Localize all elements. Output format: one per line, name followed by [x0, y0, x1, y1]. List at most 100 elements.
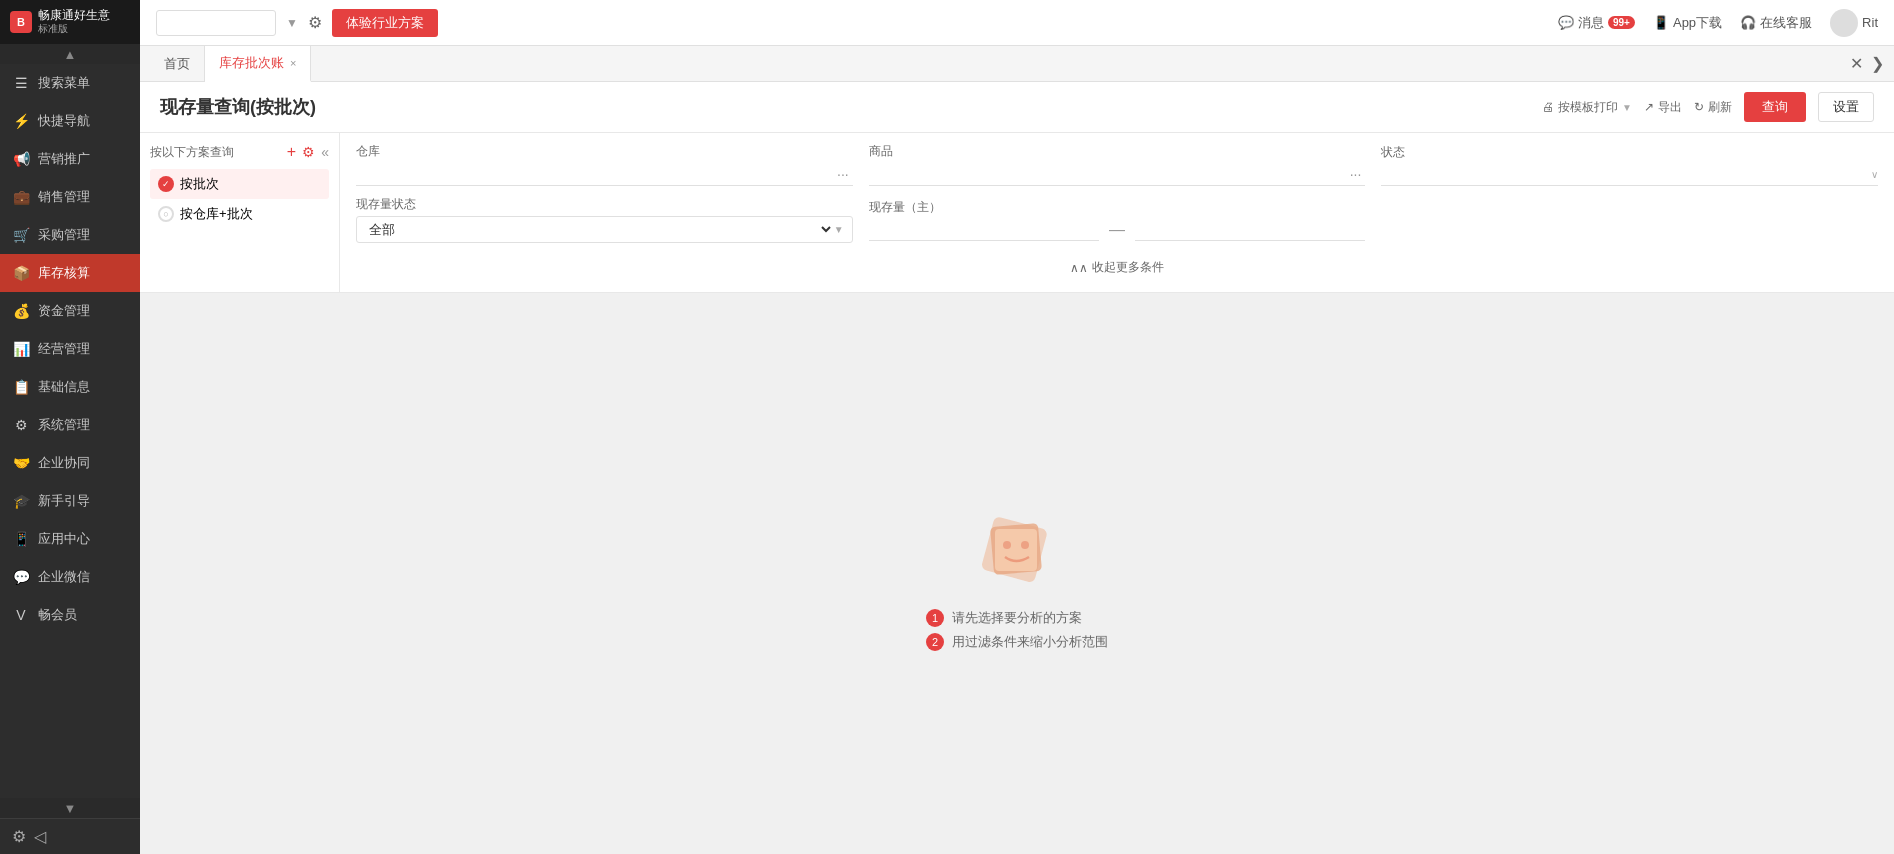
- inventory-qty-to-wrapper: [1135, 219, 1365, 241]
- refresh-icon: ↻: [1694, 100, 1704, 114]
- tab-home[interactable]: 首页: [150, 46, 205, 82]
- online-service-btn[interactable]: 🎧 在线客服: [1740, 14, 1812, 32]
- sidebar-item-appstore[interactable]: 📱 应用中心: [0, 520, 140, 558]
- sidebar-item-sales[interactable]: 💼 销售管理: [0, 178, 140, 216]
- scheme-panel: 按以下方案查询 + ⚙ « ✓ 按批次 ○ 按仓库+批次: [140, 133, 340, 292]
- export-icon: ↗: [1644, 100, 1654, 114]
- messages-badge: 99+: [1608, 16, 1635, 29]
- sidebar-nav: ☰ 搜索菜单 ⚡ 快捷导航 📢 营销推广 💼 销售管理 🛒 采购管理 📦 库存核…: [0, 64, 140, 798]
- inventory-qty-to[interactable]: [1135, 222, 1365, 237]
- expand-icon[interactable]: ❯: [1871, 54, 1884, 73]
- scheme-add-btn[interactable]: +: [287, 143, 296, 161]
- settings-footer-icon[interactable]: ⚙: [12, 827, 26, 846]
- product-label: 商品: [869, 143, 1366, 160]
- headset-icon: 🎧: [1740, 15, 1756, 30]
- inventory-status-select[interactable]: 全部: [365, 221, 834, 238]
- sidebar-item-inventory[interactable]: 📦 库存核算: [0, 254, 140, 292]
- inventory-qty-range: —: [869, 219, 1366, 241]
- sidebar-item-guide[interactable]: 🎓 新手引导: [0, 482, 140, 520]
- marketing-icon: 📢: [12, 150, 30, 168]
- filter-field-inventory-status: 现存量状态 全部 ▼: [356, 196, 853, 243]
- tab-bar-right: ✕ ❯: [1850, 54, 1884, 73]
- messages-btn[interactable]: 💬 消息 99+: [1558, 14, 1635, 32]
- tab-close-inventory-batch[interactable]: ×: [290, 57, 296, 69]
- inventory-qty-dash: —: [1103, 221, 1131, 239]
- topbar-right: 💬 消息 99+ 📱 App下载 🎧 在线客服 Rit: [1558, 9, 1878, 37]
- product-input-wrapper: ···: [869, 163, 1366, 186]
- sidebar-item-marketing[interactable]: 📢 营销推广: [0, 140, 140, 178]
- scheme-collapse-btn[interactable]: «: [321, 144, 329, 160]
- empty-svg-icon: [967, 497, 1067, 597]
- trial-btn[interactable]: 体验行业方案: [332, 9, 438, 37]
- tip-1-num: 1: [926, 609, 944, 627]
- warehouse-dots[interactable]: ···: [833, 166, 853, 182]
- sidebar-item-member[interactable]: V 畅会员: [0, 596, 140, 634]
- inventory-status-chevron: ▼: [834, 224, 844, 235]
- sidebar-item-quick-nav[interactable]: ⚡ 快捷导航: [0, 102, 140, 140]
- sidebar-item-system[interactable]: ⚙ 系统管理: [0, 406, 140, 444]
- filter-field-product: 商品 ···: [869, 143, 1366, 186]
- query-btn[interactable]: 查询: [1744, 92, 1806, 122]
- inventory-qty-from-wrapper: [869, 219, 1099, 241]
- filter-row-1: 仓库 ··· 商品 ··· 状态: [356, 143, 1878, 186]
- page-actions: 🖨 按模板打印 ▼ ↗ 导出 ↻ 刷新 查询 设置: [1542, 92, 1874, 122]
- tip-2-num: 2: [926, 633, 944, 651]
- sidebar-item-search[interactable]: ☰ 搜索菜单: [0, 64, 140, 102]
- refresh-btn[interactable]: ↻ 刷新: [1694, 99, 1732, 116]
- sidebar-item-basic-info[interactable]: 📋 基础信息: [0, 368, 140, 406]
- status-label: 状态: [1381, 144, 1878, 161]
- filter-row-2: 现存量状态 全部 ▼ 现存量（主）: [356, 196, 1878, 243]
- topbar-search-input[interactable]: [156, 10, 276, 36]
- product-dots[interactable]: ···: [1346, 166, 1366, 182]
- system-icon: ⚙: [12, 416, 30, 434]
- app-download-btn[interactable]: 📱 App下载: [1653, 14, 1722, 32]
- sidebar-company-info: 畅康通好生意 标准版: [38, 8, 110, 36]
- scheme-panel-title: 按以下方案查询: [150, 144, 234, 161]
- sidebar-item-wechat[interactable]: 💬 企业微信: [0, 558, 140, 596]
- user-avatar-btn[interactable]: Rit: [1830, 9, 1878, 37]
- scheme-item-warehouse-batch[interactable]: ○ 按仓库+批次: [150, 199, 329, 229]
- scheme-item-batch[interactable]: ✓ 按批次: [150, 169, 329, 199]
- sidebar-scroll-down[interactable]: ▼: [0, 798, 140, 818]
- svg-point-3: [1003, 541, 1011, 549]
- print-btn[interactable]: 🖨 按模板打印 ▼: [1542, 99, 1632, 116]
- topbar-gear-btn[interactable]: ⚙: [308, 13, 322, 32]
- basic-info-icon: 📋: [12, 378, 30, 396]
- product-input[interactable]: [869, 167, 1346, 182]
- topbar: ▼ ⚙ 体验行业方案 💬 消息 99+ 📱 App下载 🎧 在线客服 Rit: [140, 0, 1894, 46]
- sidebar-item-purchase[interactable]: 🛒 采购管理: [0, 216, 140, 254]
- export-btn[interactable]: ↗ 导出: [1644, 99, 1682, 116]
- sidebar-footer: ⚙ ◁: [0, 818, 140, 854]
- status-chevron[interactable]: ∨: [1871, 169, 1878, 180]
- page-header: 现存量查询(按批次) 🖨 按模板打印 ▼ ↗ 导出 ↻ 刷新 查询 设置: [140, 82, 1894, 133]
- enterprise-icon: 🤝: [12, 454, 30, 472]
- topbar-dropdown-btn[interactable]: ▼: [286, 16, 298, 30]
- inventory-status-select-wrapper[interactable]: 全部 ▼: [356, 216, 853, 243]
- warehouse-input[interactable]: [356, 167, 833, 182]
- sidebar-item-finance[interactable]: 💰 资金管理: [0, 292, 140, 330]
- close-panel-icon[interactable]: ✕: [1850, 54, 1863, 73]
- sidebar-scroll-up[interactable]: ▲: [0, 44, 140, 64]
- empty-state: 1 请先选择要分析的方案 2 用过滤条件来缩小分析范围: [140, 293, 1894, 854]
- collapse-sidebar-icon[interactable]: ◁: [34, 827, 46, 846]
- status-input[interactable]: [1381, 167, 1871, 182]
- settings-btn[interactable]: 设置: [1818, 92, 1874, 122]
- finance-icon: 💰: [12, 302, 30, 320]
- filter-field-inventory-qty: 现存量（主） —: [869, 199, 1366, 241]
- inventory-status-label: 现存量状态: [356, 196, 853, 213]
- inventory-qty-from[interactable]: [869, 222, 1099, 237]
- warehouse-input-wrapper: ···: [356, 163, 853, 186]
- sidebar-item-operations[interactable]: 📊 经营管理: [0, 330, 140, 368]
- sidebar: B 畅康通好生意 标准版 ▲ ☰ 搜索菜单 ⚡ 快捷导航 📢 营销推广 💼 销售…: [0, 0, 140, 854]
- tabs-bar: 首页 库存批次账 × ✕ ❯: [140, 46, 1894, 82]
- main-area: ▼ ⚙ 体验行业方案 💬 消息 99+ 📱 App下载 🎧 在线客服 Rit: [140, 0, 1894, 854]
- sidebar-item-enterprise[interactable]: 🤝 企业协同: [0, 444, 140, 482]
- tab-inventory-batch[interactable]: 库存批次账 ×: [205, 46, 311, 82]
- scheme-panel-actions: + ⚙ «: [287, 143, 329, 161]
- phone-icon: 📱: [1653, 15, 1669, 30]
- username: Rit: [1862, 15, 1878, 30]
- search-icon: ☰: [12, 74, 30, 92]
- scheme-gear-btn[interactable]: ⚙: [302, 144, 315, 160]
- collapse-row[interactable]: ∧∧ 收起更多条件: [356, 253, 1878, 282]
- member-icon: V: [12, 606, 30, 624]
